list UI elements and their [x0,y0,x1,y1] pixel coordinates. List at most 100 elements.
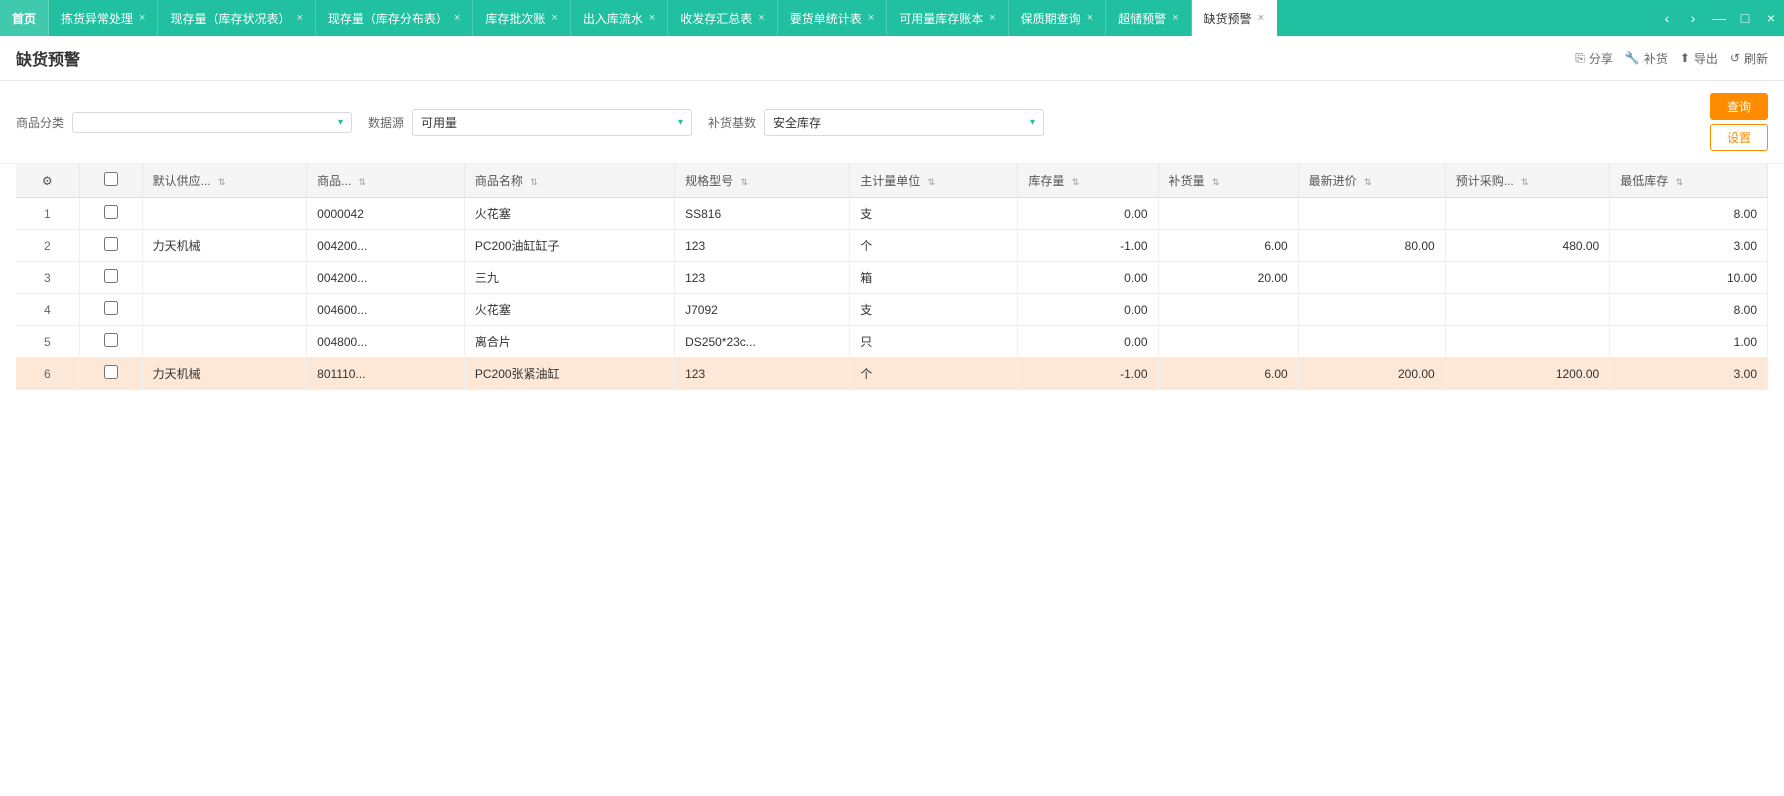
row-code-2: 004200... [307,230,465,262]
row-latest-price-3 [1298,262,1445,294]
tab-batch-account[interactable]: 库存批次账 × [473,0,570,36]
replenish-base-select-value: 安全库存 [773,114,821,131]
row-replenish-1 [1158,198,1298,230]
row-min-stock-3: 10.00 [1610,262,1768,294]
header-actions: ⎘ 分享 🔧 补货 ⬆ 导出 ↺ 刷新 [1575,50,1768,67]
row-spec-5: DS250*23c... [675,326,850,358]
row-stock-6: -1.00 [1018,358,1158,390]
tab-demand-stats[interactable]: 要货单统计表 × [778,0,887,36]
spec-column-header[interactable]: 规格型号 ⇅ [675,164,850,198]
window-minimize[interactable]: — [1706,0,1732,36]
row-checkbox-cell-6[interactable] [79,358,142,390]
close-tab-shortage-warning[interactable]: × [1258,12,1264,24]
filter-actions: 查询 设置 [1710,93,1768,151]
tab-overstock-warning[interactable]: 超储预警 × [1106,0,1191,36]
plan-sort-icon: ⇅ [1521,177,1529,188]
row-code-5: 004800... [307,326,465,358]
supplier-column-header[interactable]: 默认供应... ⇅ [142,164,307,198]
row-supplier-1 [142,198,307,230]
row-unit-2: 个 [850,230,1018,262]
export-action[interactable]: ⬆ 导出 [1680,50,1718,67]
close-tab-inventory-dist[interactable]: × [454,12,460,24]
query-button[interactable]: 查询 [1710,93,1768,120]
row-checkbox-2[interactable] [104,237,118,251]
close-tab-available-ledger[interactable]: × [989,12,995,24]
table-row: 4 004600... 火花塞 J7092 支 0.00 8.00 [16,294,1768,326]
close-tab-expiry-query[interactable]: × [1087,12,1093,24]
tab-expiry-query[interactable]: 保质期查询 × [1009,0,1106,36]
tab-inventory-status[interactable]: 现存量（库存状况表） × [158,0,315,36]
page-content: 缺货预警 ⎘ 分享 🔧 补货 ⬆ 导出 ↺ 刷新 商品分类 [0,36,1784,796]
row-latest-price-6: 200.00 [1298,358,1445,390]
unit-column-header[interactable]: 主计量单位 ⇅ [850,164,1018,198]
row-checkbox-4[interactable] [104,301,118,315]
row-checkbox-cell-1[interactable] [79,198,142,230]
tab-home[interactable]: 首页 [0,0,49,36]
tab-inventory-dist[interactable]: 现存量（库存分布表） × [316,0,473,36]
tab-shortage-warning[interactable]: 缺货预警 × [1192,0,1277,36]
row-spec-6: 123 [675,358,850,390]
replenish-base-select-arrow: ▾ [1030,117,1035,128]
window-close[interactable]: × [1758,0,1784,36]
table-row: 3 004200... 三九 123 箱 0.00 20.00 10.00 [16,262,1768,294]
row-name-5: 离合片 [464,326,674,358]
close-tab-inout-flow[interactable]: × [649,12,655,24]
row-code-3: 004200... [307,262,465,294]
row-stock-3: 0.00 [1018,262,1158,294]
row-spec-1: SS816 [675,198,850,230]
table-container: ⚙ 默认供应... ⇅ 商品... ⇅ 商品名称 ⇅ [0,164,1784,390]
datasource-select[interactable]: 可用量 ▾ [412,109,692,136]
select-all-checkbox[interactable] [104,172,118,186]
name-column-header[interactable]: 商品名称 ⇅ [464,164,674,198]
row-checkbox-6[interactable] [104,365,118,379]
plan-purchase-column-header[interactable]: 预计采购... ⇅ [1445,164,1610,198]
replenish-base-select[interactable]: 安全库存 ▾ [764,109,1044,136]
gear-column-header[interactable]: ⚙ [16,164,79,198]
row-checkbox-cell-5[interactable] [79,326,142,358]
tab-collect-summary[interactable]: 收发存汇总表 × [668,0,777,36]
row-min-stock-2: 3.00 [1610,230,1768,262]
datasource-filter-label: 数据源 [368,114,404,131]
row-min-stock-1: 8.00 [1610,198,1768,230]
refresh-action[interactable]: ↺ 刷新 [1730,50,1768,67]
min-stock-column-header[interactable]: 最低库存 ⇅ [1610,164,1768,198]
tab-scroll-prev[interactable]: ‹ [1654,0,1680,36]
share-action[interactable]: ⎘ 分享 [1575,50,1613,67]
row-checkbox-cell-4[interactable] [79,294,142,326]
row-unit-5: 只 [850,326,1018,358]
row-checkbox-5[interactable] [104,333,118,347]
replenish-action[interactable]: 🔧 补货 [1625,50,1668,67]
window-maximize[interactable]: □ [1732,0,1758,36]
table-row: 5 004800... 离合片 DS250*23c... 只 0.00 1.00 [16,326,1768,358]
close-tab-batch-account[interactable]: × [551,12,557,24]
row-supplier-5 [142,326,307,358]
code-column-header[interactable]: 商品... ⇅ [307,164,465,198]
close-tab-inventory-status[interactable]: × [296,12,302,24]
close-tab-overstock-warning[interactable]: × [1172,12,1178,24]
row-checkbox-cell-3[interactable] [79,262,142,294]
page-header: 缺货预警 ⎘ 分享 🔧 补货 ⬆ 导出 ↺ 刷新 [0,36,1784,81]
row-seq-3: 3 [16,262,79,294]
row-checkbox-1[interactable] [104,205,118,219]
row-plan-purchase-2: 480.00 [1445,230,1610,262]
row-checkbox-3[interactable] [104,269,118,283]
replenish-column-header[interactable]: 补货量 ⇅ [1158,164,1298,198]
row-latest-price-5 [1298,326,1445,358]
close-tab-demand-stats[interactable]: × [868,12,874,24]
tab-scroll-next[interactable]: › [1680,0,1706,36]
row-stock-4: 0.00 [1018,294,1158,326]
tab-available-ledger[interactable]: 可用量库存账本 × [887,0,1008,36]
close-tab-collect-summary[interactable]: × [758,12,764,24]
close-tab-defect-processing[interactable]: × [139,12,145,24]
row-supplier-2: 力天机械 [142,230,307,262]
tab-defect-processing[interactable]: 拣货异常处理 × [49,0,158,36]
latest-price-column-header[interactable]: 最新进价 ⇅ [1298,164,1445,198]
row-seq-4: 4 [16,294,79,326]
category-select[interactable]: ▾ [72,112,352,133]
row-name-4: 火花塞 [464,294,674,326]
tab-inout-flow[interactable]: 出入库流水 × [571,0,668,36]
replenish-base-filter-label: 补货基数 [708,114,756,131]
row-checkbox-cell-2[interactable] [79,230,142,262]
stock-column-header[interactable]: 库存量 ⇅ [1018,164,1158,198]
settings-button[interactable]: 设置 [1710,124,1768,151]
